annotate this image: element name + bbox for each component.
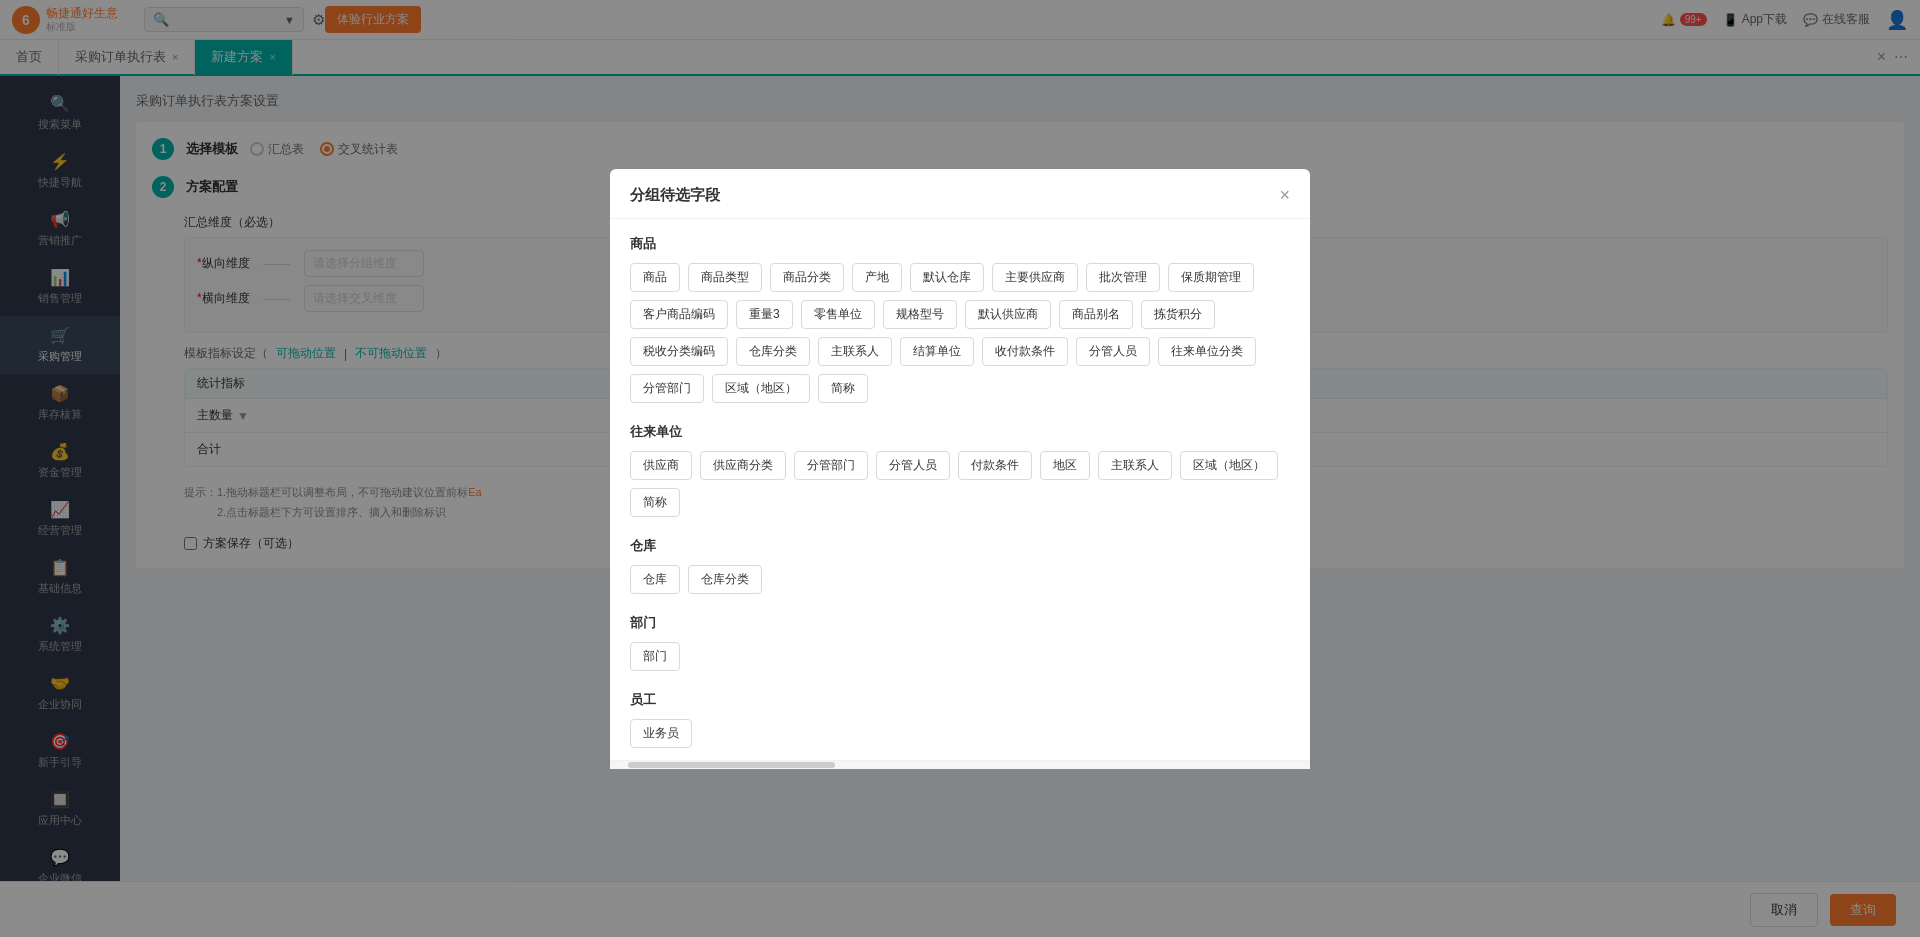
section-product-title: 商品: [630, 235, 1290, 253]
section-product-tags: 商品 商品类型 商品分类 产地 默认仓库 主要供应商 批次管理 保质期管理 客户…: [630, 263, 1290, 403]
section-warehouse-tags: 仓库 仓库分类: [630, 565, 1290, 594]
tag-supplier-category[interactable]: 供应商分类: [700, 451, 786, 480]
tag-warehouse[interactable]: 仓库: [630, 565, 680, 594]
tag-warehouse-cat[interactable]: 仓库分类: [688, 565, 762, 594]
hscroll-thumb[interactable]: [628, 762, 836, 768]
tag-salesperson[interactable]: 业务员: [630, 719, 692, 748]
modal-body: 商品 商品 商品类型 商品分类 产地 默认仓库 主要供应商 批次管理 保质期管理…: [610, 219, 1310, 761]
tag-short-name-partner[interactable]: 简称: [630, 488, 680, 517]
section-warehouse: 仓库 仓库 仓库分类: [630, 537, 1290, 594]
tag-partner-category[interactable]: 往来单位分类: [1158, 337, 1256, 366]
tag-warehouse-category[interactable]: 仓库分类: [736, 337, 810, 366]
tag-region-product[interactable]: 区域（地区）: [712, 374, 810, 403]
tag-product-type[interactable]: 商品类型: [688, 263, 762, 292]
field-selector-modal: 分组待选字段 × 商品 商品 商品类型 商品分类 产地 默认仓库 主要供应商 批…: [610, 169, 1310, 769]
tag-partner-dept[interactable]: 分管部门: [794, 451, 868, 480]
tag-retail-unit[interactable]: 零售单位: [801, 300, 875, 329]
tag-main-contact[interactable]: 主联系人: [818, 337, 892, 366]
tag-department[interactable]: 部门: [630, 642, 680, 671]
tag-region-partner[interactable]: 区域（地区）: [1180, 451, 1278, 480]
section-department-tags: 部门: [630, 642, 1290, 671]
tag-main-contact-partner[interactable]: 主联系人: [1098, 451, 1172, 480]
tag-payment-condition[interactable]: 付款条件: [958, 451, 1032, 480]
tag-product-alias[interactable]: 商品别名: [1059, 300, 1133, 329]
section-partner-tags: 供应商 供应商分类 分管部门 分管人员 付款条件 地区 主联系人 区域（地区） …: [630, 451, 1290, 517]
modal-hscroll[interactable]: [610, 760, 1310, 768]
tag-expiry-management[interactable]: 保质期管理: [1168, 263, 1254, 292]
tag-partner-person[interactable]: 分管人员: [876, 451, 950, 480]
section-product: 商品 商品 商品类型 商品分类 产地 默认仓库 主要供应商 批次管理 保质期管理…: [630, 235, 1290, 403]
section-department-title: 部门: [630, 614, 1290, 632]
section-partner-title: 往来单位: [630, 423, 1290, 441]
tag-short-name-product[interactable]: 简称: [818, 374, 868, 403]
tag-settlement-unit[interactable]: 结算单位: [900, 337, 974, 366]
tag-area[interactable]: 地区: [1040, 451, 1090, 480]
tag-default-warehouse[interactable]: 默认仓库: [910, 263, 984, 292]
modal-header: 分组待选字段 ×: [610, 169, 1310, 219]
tag-supplier[interactable]: 供应商: [630, 451, 692, 480]
section-employee-title: 员工: [630, 691, 1290, 709]
tag-dept[interactable]: 分管部门: [630, 374, 704, 403]
tag-batch-management[interactable]: 批次管理: [1086, 263, 1160, 292]
tag-weight3[interactable]: 重量3: [736, 300, 793, 329]
modal-overlay[interactable]: 分组待选字段 × 商品 商品 商品类型 商品分类 产地 默认仓库 主要供应商 批…: [0, 0, 1920, 937]
tag-payment-terms[interactable]: 收付款条件: [982, 337, 1068, 366]
tag-default-supplier[interactable]: 默认供应商: [965, 300, 1051, 329]
section-employee-tags: 业务员: [630, 719, 1290, 748]
section-department: 部门 部门: [630, 614, 1290, 671]
tag-product[interactable]: 商品: [630, 263, 680, 292]
tag-main-supplier[interactable]: 主要供应商: [992, 263, 1078, 292]
tag-picking-points[interactable]: 拣货积分: [1141, 300, 1215, 329]
tag-customer-code[interactable]: 客户商品编码: [630, 300, 728, 329]
tag-spec-model[interactable]: 规格型号: [883, 300, 957, 329]
tag-responsible-person[interactable]: 分管人员: [1076, 337, 1150, 366]
tag-origin[interactable]: 产地: [852, 263, 902, 292]
section-employee: 员工 业务员: [630, 691, 1290, 748]
section-warehouse-title: 仓库: [630, 537, 1290, 555]
tag-tax-code[interactable]: 税收分类编码: [630, 337, 728, 366]
modal-title: 分组待选字段: [630, 186, 720, 205]
section-partner: 往来单位 供应商 供应商分类 分管部门 分管人员 付款条件 地区 主联系人 区域…: [630, 423, 1290, 517]
modal-close-button[interactable]: ×: [1279, 185, 1290, 206]
tag-product-category[interactable]: 商品分类: [770, 263, 844, 292]
